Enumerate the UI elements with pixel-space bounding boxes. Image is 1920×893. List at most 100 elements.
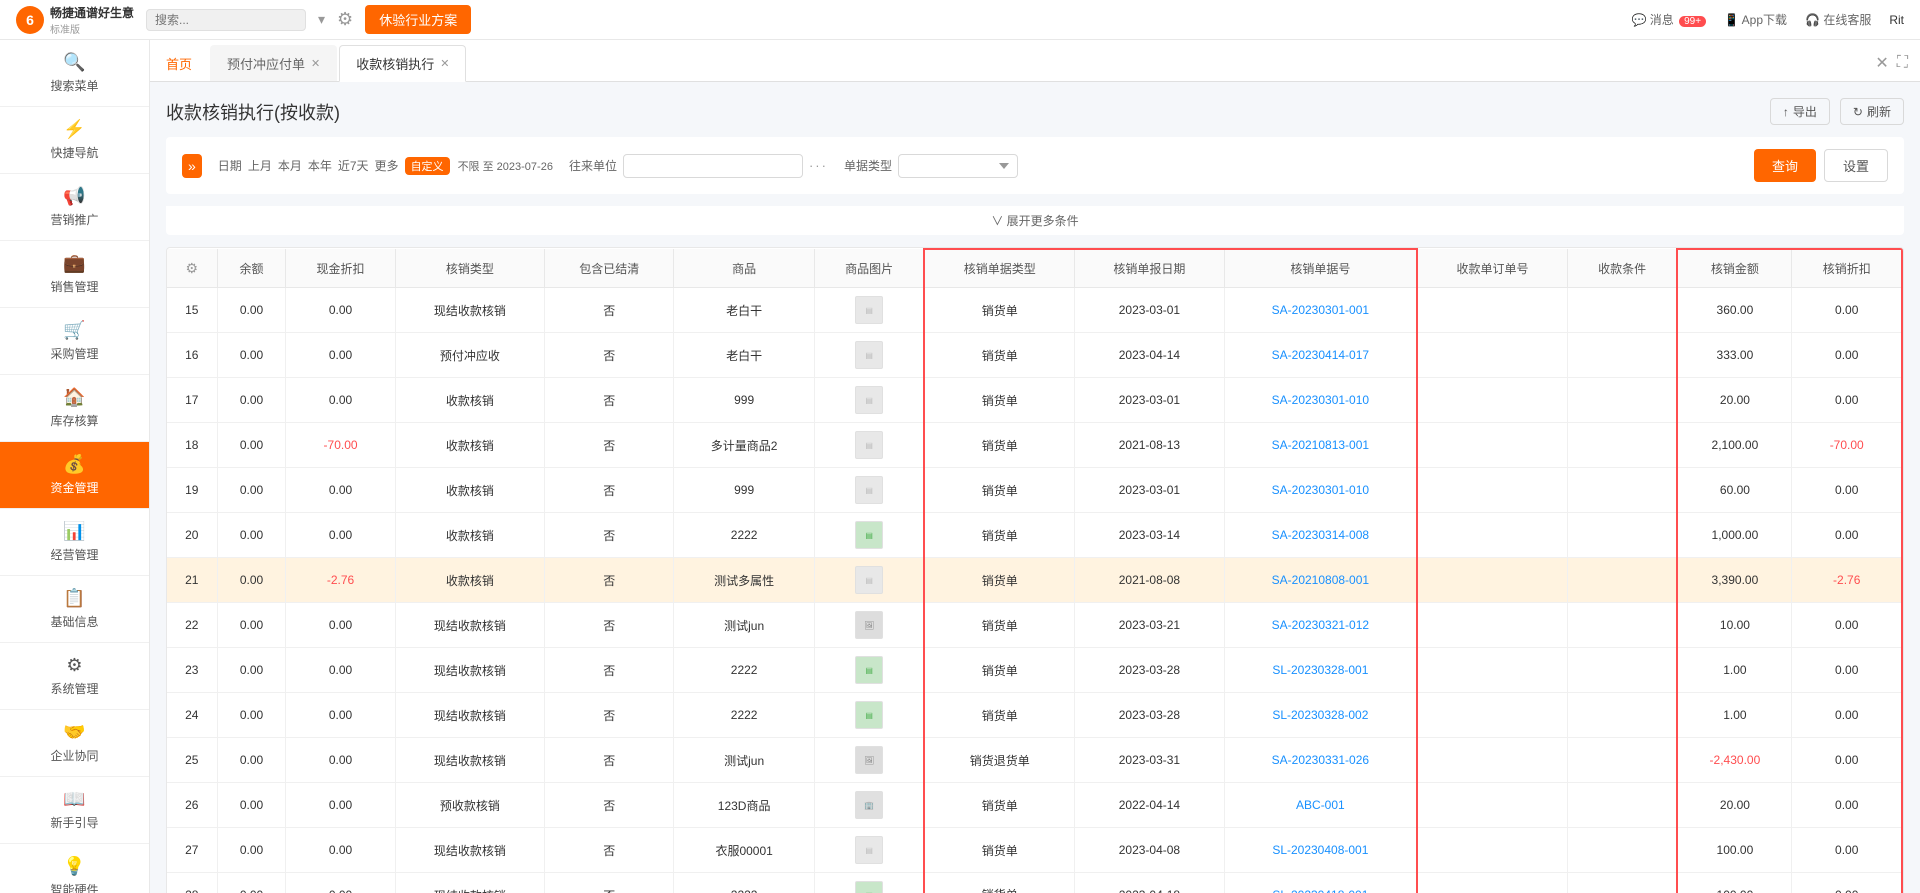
- solution-button[interactable]: 休验行业方案: [365, 5, 471, 34]
- cell-bill-date: 2023-04-18: [1075, 873, 1224, 893]
- cell-condition: [1567, 828, 1677, 873]
- date-7-days[interactable]: 近7天: [338, 157, 369, 174]
- cell-settled: 否: [545, 783, 674, 828]
- brand-icon: 6: [16, 6, 44, 34]
- cell-bill-date: 2023-03-28: [1075, 648, 1224, 693]
- sidebar-item-guide[interactable]: 📖 新手引导: [0, 777, 149, 844]
- date-custom-btn[interactable]: 自定义: [405, 157, 450, 175]
- tab-close-writeoff[interactable]: ✕: [440, 57, 449, 70]
- cell-balance: 0.00: [217, 423, 286, 468]
- cell-type: 预付冲应收: [395, 333, 544, 378]
- cell-writ-discount: -2.76: [1792, 558, 1902, 603]
- top-bar-right: 💬 消息 99+ 📱 App下载 🎧 在线客服 Rit: [1631, 11, 1904, 28]
- date-this-month[interactable]: 本月: [278, 157, 302, 174]
- table-row: 17 0.00 0.00 收款核销 否 999 ▤ 销货单 2023-03-01…: [167, 378, 1902, 423]
- table-row: 26 0.00 0.00 预收款核销 否 123D商品 🏢 销货单 2022-0…: [167, 783, 1902, 828]
- cell-bill-no: SA-20230331-026: [1224, 738, 1417, 783]
- dropdown-icon[interactable]: ▾: [318, 11, 325, 28]
- query-button[interactable]: 查询: [1754, 149, 1816, 182]
- cell-id: 22: [167, 603, 217, 648]
- top-bar-left: 6 畅捷通谱好生意 标准版 ▾ ⚙ 休验行业方案: [16, 4, 471, 36]
- tab-close-icon[interactable]: ✕: [1875, 53, 1888, 73]
- cell-balance: 0.00: [217, 468, 286, 513]
- cell-type: 现结收款核销: [395, 738, 544, 783]
- sidebar-item-basic[interactable]: 📋 基础信息: [0, 576, 149, 643]
- cell-balance: 0.00: [217, 648, 286, 693]
- cell-type: 收款核销: [395, 468, 544, 513]
- tab-expand-icon[interactable]: ⛶: [1897, 54, 1908, 72]
- tab-writeoff[interactable]: 收款核销执行 ✕: [339, 45, 466, 82]
- cell-settled: 否: [545, 423, 674, 468]
- sidebar-item-system[interactable]: ⚙ 系统管理: [0, 643, 149, 710]
- cell-bill-date: 2022-04-14: [1075, 783, 1224, 828]
- cell-discount: 0.00: [286, 468, 395, 513]
- cell-goods: 多计量商品2: [674, 423, 815, 468]
- data-table-container: ⚙ 余额 现金折扣 核销类型 包含已结清 商品 商品图片 核销单据类型 核销单报…: [166, 247, 1904, 893]
- sidebar-item-hardware[interactable]: 💡 智能硬件: [0, 844, 149, 893]
- cell-amount: 2,100.00: [1677, 423, 1792, 468]
- sidebar-item-operations[interactable]: 📊 经营管理: [0, 509, 149, 576]
- cell-amount: 100.00: [1677, 828, 1792, 873]
- app-download[interactable]: 📱 App下载: [1724, 11, 1787, 28]
- tab-close-prepay[interactable]: ✕: [311, 57, 320, 70]
- cell-order-no: [1417, 783, 1567, 828]
- cell-type: 收款核销: [395, 513, 544, 558]
- cell-bill-no: SA-20210808-001: [1224, 558, 1417, 603]
- cell-bill-no: SL-20230328-002: [1224, 693, 1417, 738]
- basic-icon: 📋: [63, 588, 85, 609]
- tab-home[interactable]: 首页: [150, 46, 208, 81]
- cell-goods: 测试多属性: [674, 558, 815, 603]
- sidebar-item-purchase[interactable]: 🛒 采购管理: [0, 308, 149, 375]
- date-more[interactable]: 更多: [375, 157, 399, 174]
- cell-discount: 0.00: [286, 513, 395, 558]
- cell-img: ▤: [814, 468, 924, 513]
- sidebar-label-operations: 经营管理: [50, 546, 98, 563]
- online-service[interactable]: 🎧 在线客服: [1805, 11, 1871, 28]
- sidebar-item-search[interactable]: 🔍 搜索菜单: [0, 40, 149, 107]
- sidebar-item-marketing[interactable]: 📢 营销推广: [0, 174, 149, 241]
- expand-icon: ∨: [991, 214, 1003, 228]
- message-area[interactable]: 💬 消息 99+: [1631, 11, 1706, 28]
- cell-amount: 1,000.00: [1677, 513, 1792, 558]
- cell-img: ▤: [814, 333, 924, 378]
- export-button[interactable]: ↑ 导出: [1770, 98, 1830, 125]
- sidebar-label-inventory: 库存核算: [50, 412, 98, 429]
- cell-img: ▤: [814, 828, 924, 873]
- sidebar-item-inventory[interactable]: 🏠 库存核算: [0, 375, 149, 442]
- cell-goods: 2222: [674, 693, 815, 738]
- search-input[interactable]: [146, 9, 306, 31]
- cell-balance: 0.00: [217, 693, 286, 738]
- expand-bar[interactable]: ∨ 展开更多条件: [166, 206, 1904, 235]
- cell-writ-discount: 0.00: [1792, 468, 1902, 513]
- cell-settled: 否: [545, 513, 674, 558]
- th-writ-discount: 核销折扣: [1792, 249, 1902, 288]
- cell-img: 🖼: [814, 603, 924, 648]
- cell-bill-date: 2023-03-21: [1075, 603, 1224, 648]
- filter-action-buttons: 查询 设置: [1754, 149, 1888, 182]
- date-this-year[interactable]: 本年: [308, 157, 332, 174]
- sidebar-item-finance[interactable]: 💰 资金管理: [0, 442, 149, 509]
- filter-collapse-button[interactable]: »: [182, 154, 202, 178]
- cell-bill-date: 2021-08-13: [1075, 423, 1224, 468]
- date-last-month[interactable]: 上月: [248, 157, 272, 174]
- settings-icon[interactable]: ⚙: [337, 9, 353, 30]
- settings-button[interactable]: 设置: [1824, 149, 1888, 182]
- inventory-icon: 🏠: [63, 387, 85, 408]
- sidebar-item-collab[interactable]: 🤝 企业协同: [0, 710, 149, 777]
- cell-writ-discount: -70.00: [1792, 423, 1902, 468]
- date-range-display: 不限 至 2023-07-26: [458, 158, 553, 174]
- cell-amount: 360.00: [1677, 288, 1792, 333]
- sidebar-item-sales[interactable]: 💼 销售管理: [0, 241, 149, 308]
- th-gear[interactable]: ⚙: [167, 249, 217, 288]
- refresh-button[interactable]: ↻ 刷新: [1840, 98, 1904, 125]
- cell-amount: 1.00: [1677, 693, 1792, 738]
- bill-type-select[interactable]: [898, 154, 1018, 178]
- tab-prepay[interactable]: 预付冲应付单 ✕: [210, 45, 337, 81]
- table-body: 15 0.00 0.00 现结收款核销 否 老白干 ▤ 销货单 2023-03-…: [167, 288, 1902, 893]
- sidebar-item-quicknav[interactable]: ⚡ 快捷导航: [0, 107, 149, 174]
- counterpart-input[interactable]: [623, 154, 803, 178]
- cell-condition: [1567, 783, 1677, 828]
- cell-order-no: [1417, 378, 1567, 423]
- cell-bill-type: 销货单: [924, 828, 1074, 873]
- cell-writ-discount: 0.00: [1792, 513, 1902, 558]
